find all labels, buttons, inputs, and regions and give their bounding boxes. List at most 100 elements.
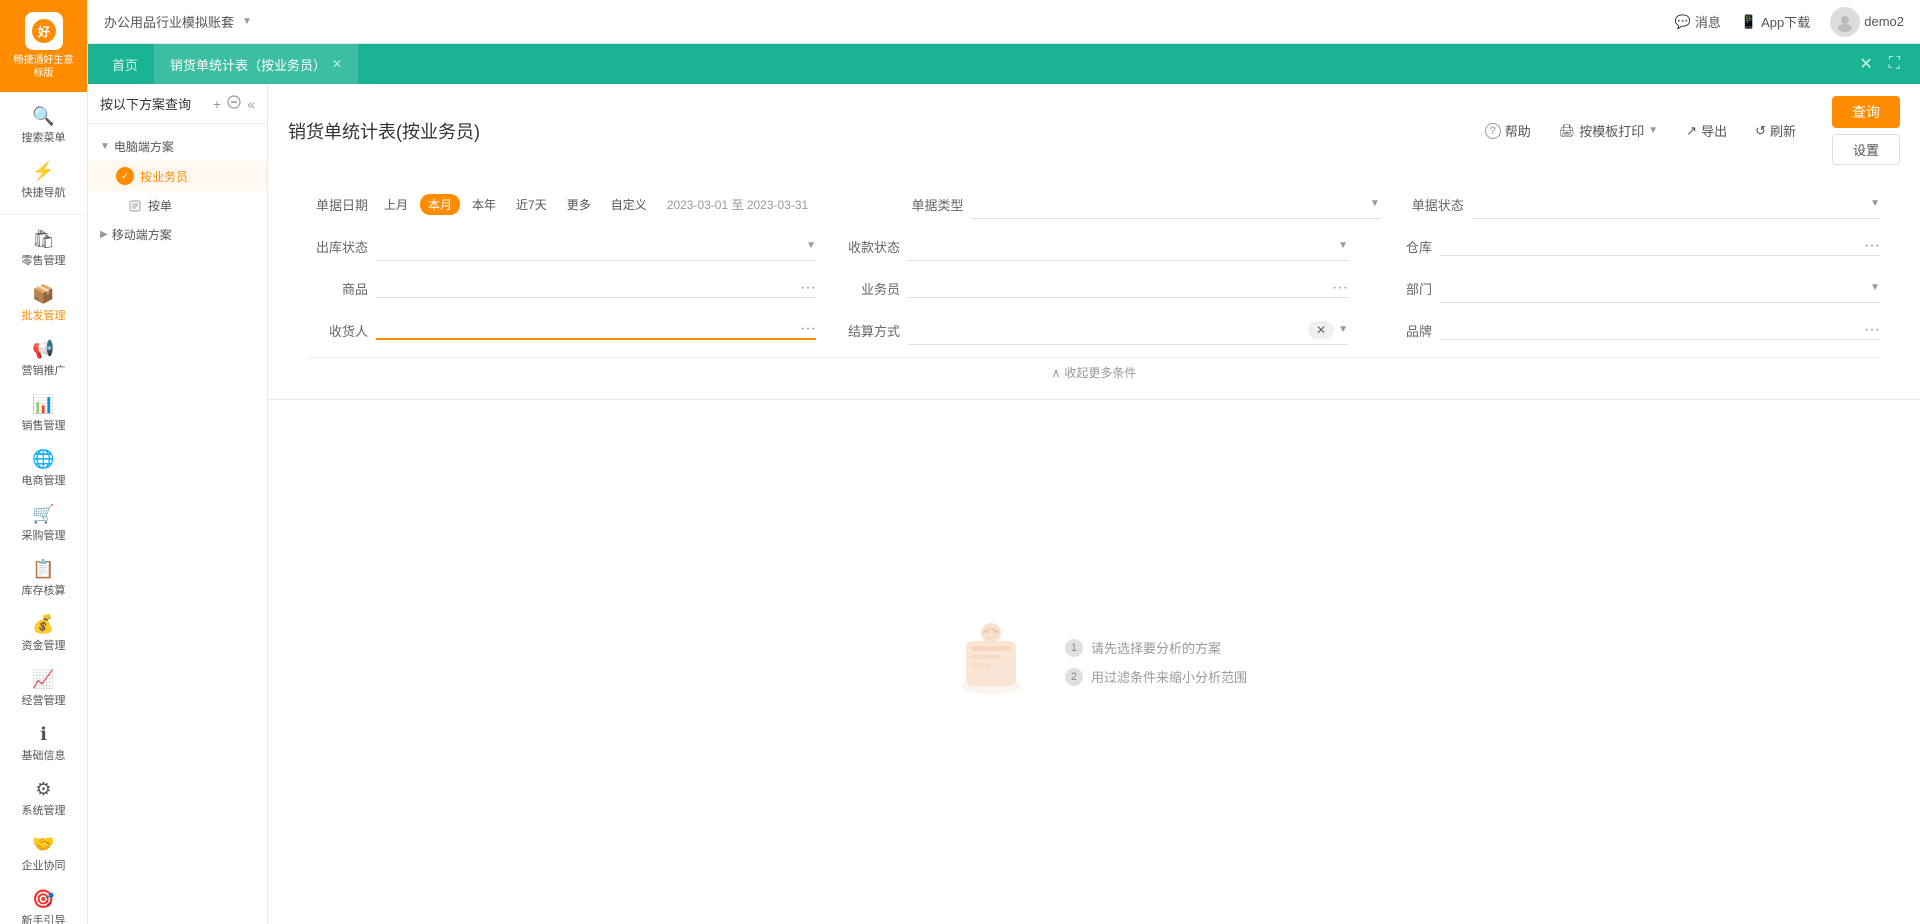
tree-group-mobile-label: 移动端方案 (112, 226, 172, 243)
collapse-up-icon: ∧ (1052, 366, 1061, 380)
main-area: 办公用品行业模拟账套 ▼ 💬 消息 📱 App下载 demo2 首页 (88, 0, 1920, 924)
logo-icon: 好 (25, 12, 63, 50)
page-header-top: 销货单统计表(按业务员) ? 帮助 🖨 按模板打印 ▼ ↗ (288, 96, 1900, 165)
add-scheme-btn[interactable]: + (213, 96, 221, 112)
settlement-clear-btn[interactable]: ✕ (1308, 321, 1334, 339)
user-menu-btn[interactable]: demo2 (1830, 7, 1904, 37)
sidebar-item-retail[interactable]: 🛍 零售管理 (0, 221, 87, 276)
enterprise-icon: 🤝 (32, 834, 54, 855)
tab-sales-stats[interactable]: 销货单统计表（按业务员） ✕ (154, 44, 358, 84)
tab-close-window-btn[interactable]: ✕ (1855, 50, 1876, 78)
search-menu-icon: 🔍 (32, 106, 54, 127)
sidebar-item-operations[interactable]: 📈 经营管理 (0, 661, 87, 716)
filter-row-2: 出库状态 ▼ 收款状态 ▼ (308, 231, 1880, 261)
doc-type-label: 单据类型 (904, 195, 964, 214)
tab-home[interactable]: 首页 (96, 44, 154, 84)
sidebar-item-inventory[interactable]: 📋 库存核算 (0, 551, 87, 606)
message-icon: 💬 (1675, 14, 1691, 30)
settings-button[interactable]: 设置 (1832, 134, 1900, 165)
content-area: 按以下方案查询 + « ▼ (88, 84, 1920, 924)
sidebar-item-enterprise[interactable]: 🤝 企业协同 (0, 826, 87, 881)
refresh-icon: ↺ (1755, 123, 1766, 139)
sidebar-item-ecommerce[interactable]: 🌐 电商管理 (0, 441, 87, 496)
warehouse-dots-btn[interactable]: ··· (1864, 237, 1880, 255)
template-print-btn[interactable]: 🖨 按模板打印 ▼ (1551, 117, 1666, 144)
left-panel-header: 按以下方案查询 + « (88, 84, 267, 124)
sales-icon: 📊 (32, 394, 54, 415)
payment-status-field: 收款状态 ▼ (816, 231, 1348, 261)
department-arrow-icon: ▼ (1870, 282, 1880, 293)
date-tab-this-month[interactable]: 本月 (420, 194, 460, 215)
sidebar-item-newbie[interactable]: 🎯 新手引导 (0, 881, 87, 924)
purchase-icon: 🛒 (32, 504, 54, 525)
sidebar-item-search-menu[interactable]: 🔍 搜索菜单 (0, 98, 87, 153)
inventory-icon: 📋 (32, 559, 54, 580)
tab-maximize-btn[interactable]: ⛶ (1885, 51, 1904, 77)
date-label: 单据日期 (308, 195, 368, 214)
topbar-arrow-icon[interactable]: ▼ (242, 16, 252, 27)
left-panel: 按以下方案查询 + « ▼ (88, 84, 268, 924)
sidebar-item-system[interactable]: ⚙ 系统管理 (0, 771, 87, 826)
sidebar-item-wholesale[interactable]: 📦 批发管理 (0, 276, 87, 331)
date-tab-last-7[interactable]: 近7天 (508, 194, 555, 215)
settlement-select[interactable]: ✕ ▼ (908, 315, 1348, 345)
tab-close-btn[interactable]: ✕ (332, 57, 342, 71)
user-avatar (1830, 7, 1860, 37)
collapse-bar[interactable]: ∧ 收起更多条件 (308, 357, 1880, 387)
tree-item-by-order[interactable]: 按单 (88, 191, 267, 220)
empty-tips: 1 请先选择要分析的方案 2 用过滤条件来缩小分析范围 (1065, 638, 1247, 686)
tree-item-by-salesperson[interactable]: ✓ 按业务员 (88, 161, 267, 191)
sidebar-item-finance[interactable]: 💰 资金管理 (0, 606, 87, 661)
sidebar: 好 畅捷通好生意 标版 🔍 搜索菜单 ⚡ 快捷导航 🛍 零售管理 📦 批发管理 … (0, 0, 88, 924)
sidebar-item-marketing[interactable]: 📢 营销推广 (0, 331, 87, 386)
help-icon: ? (1485, 123, 1501, 139)
payment-status-arrow-icon: ▼ (1338, 240, 1348, 251)
empty-illustration (941, 611, 1041, 714)
sidebar-item-basic-info[interactable]: ℹ 基础信息 (0, 716, 87, 771)
brand-label: 品牌 (1372, 321, 1432, 340)
date-tab-custom[interactable]: 自定义 (603, 194, 655, 215)
department-select[interactable]: ▼ (1440, 273, 1880, 303)
stock-status-label: 出库状态 (308, 237, 368, 256)
date-tab-last-month[interactable]: 上月 (376, 194, 416, 215)
empty-tip-2: 2 用过滤条件来缩小分析范围 (1065, 667, 1247, 686)
date-range-text: 2023-03-01 至 2023-03-31 (667, 196, 808, 213)
collapse-panel-btn[interactable]: « (247, 96, 255, 112)
doc-status-field: 单据状态 ▼ (1380, 189, 1880, 219)
date-field: 单据日期 上月 本月 本年 近7天 更多 自定义 2023-03-01 至 20… (308, 194, 880, 215)
salesperson-dots-btn[interactable]: ··· (1332, 279, 1348, 297)
refresh-btn[interactable]: ↺ 刷新 (1747, 117, 1804, 144)
date-tab-more[interactable]: 更多 (559, 194, 599, 215)
filter-row-4: 收货人 ··· 结算方式 (308, 315, 1880, 345)
query-button[interactable]: 查询 (1832, 96, 1900, 128)
message-btn[interactable]: 💬 消息 (1675, 12, 1721, 31)
system-icon: ⚙ (35, 779, 51, 800)
export-btn[interactable]: ↗ 导出 (1678, 117, 1735, 144)
app-download-btn[interactable]: 📱 App下载 (1741, 12, 1810, 31)
tree-group-mobile[interactable]: ▶ 移动端方案 (88, 220, 267, 249)
tree-group-pc[interactable]: ▼ 电脑端方案 (88, 132, 267, 161)
brand-dots-btn[interactable]: ··· (1864, 321, 1880, 339)
goods-dots-btn[interactable]: ··· (800, 279, 816, 297)
sidebar-item-purchase[interactable]: 🛒 采购管理 (0, 496, 87, 551)
doc-status-select[interactable]: ▼ (1472, 189, 1880, 219)
customer-dots-btn[interactable]: ··· (800, 320, 816, 338)
edit-scheme-btn[interactable] (227, 95, 241, 112)
doc-status-arrow-icon: ▼ (1870, 198, 1880, 209)
help-btn[interactable]: ? 帮助 (1477, 117, 1539, 144)
tree-group-pc-label: 电脑端方案 (114, 138, 174, 155)
filter-row-3: 商品 ··· 业务员 ··· (308, 273, 1880, 303)
sidebar-item-sales[interactable]: 📊 销售管理 (0, 386, 87, 441)
filter-row-1: 单据日期 上月 本月 本年 近7天 更多 自定义 2023-03-01 至 20… (308, 189, 1880, 219)
quick-nav-icon: ⚡ (32, 161, 54, 182)
payment-status-select[interactable]: ▼ (908, 231, 1348, 261)
doc-type-select[interactable]: ▼ (972, 189, 1380, 219)
stock-status-select[interactable]: ▼ (376, 231, 816, 261)
sidebar-item-quick-nav[interactable]: ⚡ 快捷导航 (0, 153, 87, 208)
operations-icon: 📈 (32, 669, 54, 690)
page-header-actions: ? 帮助 🖨 按模板打印 ▼ ↗ 导出 ↺ (1477, 96, 1900, 165)
ecommerce-icon: 🌐 (32, 449, 54, 470)
department-label: 部门 (1372, 279, 1432, 298)
salesperson-scheme-icon: ✓ (116, 167, 134, 185)
date-tab-this-year[interactable]: 本年 (464, 194, 504, 215)
